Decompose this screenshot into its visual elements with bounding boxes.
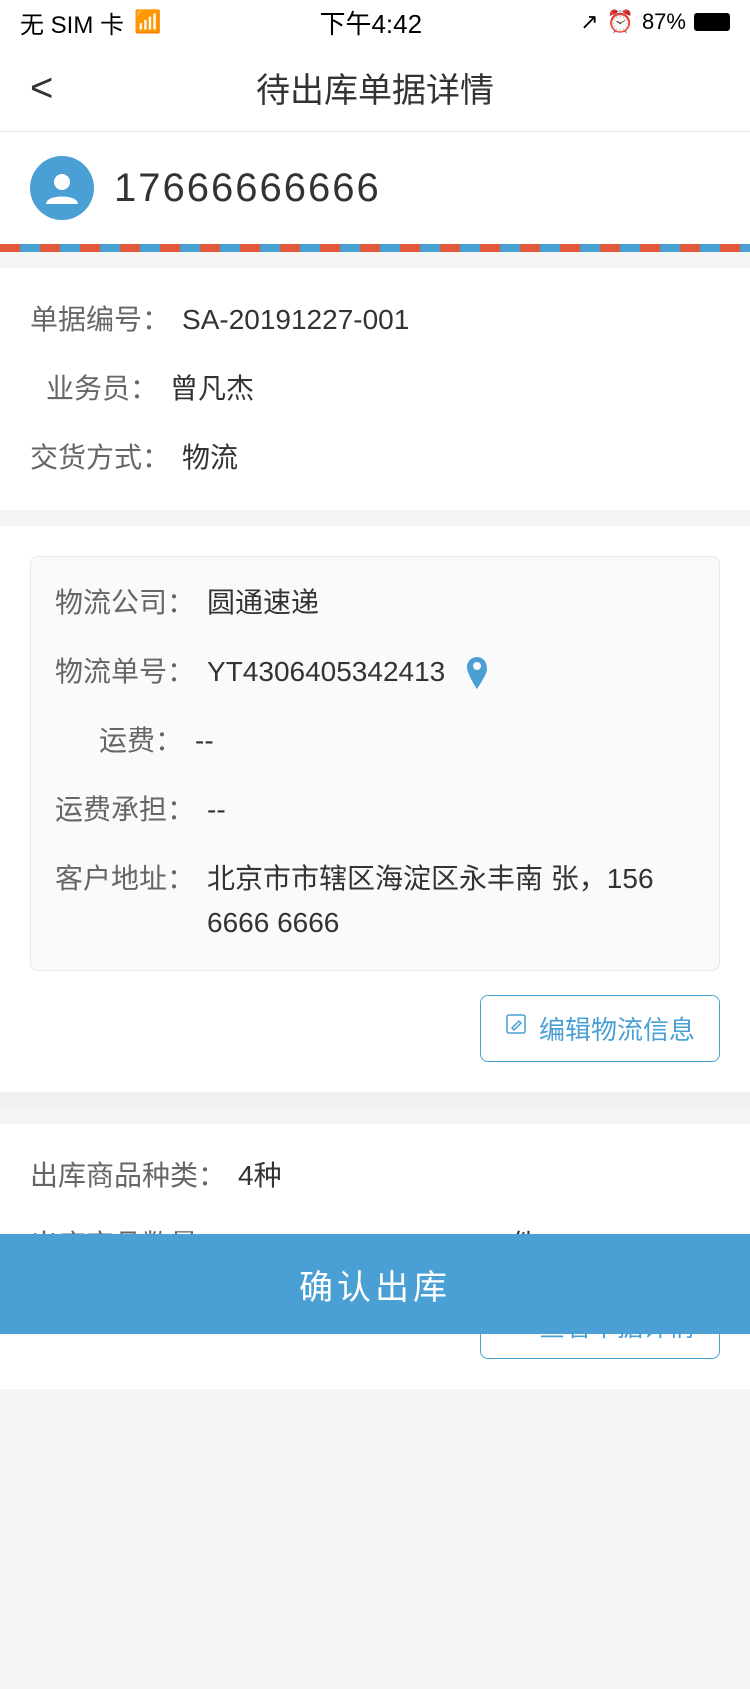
company-row: 物流公司： 圆通速递 bbox=[55, 581, 695, 626]
order-no-row: 单据编号： SA-20191227-001 bbox=[30, 298, 720, 343]
tracking-row: 物流单号： YT4306405342413 bbox=[55, 650, 695, 695]
company-value: 圆通速递 bbox=[207, 581, 695, 626]
map-pin-icon[interactable] bbox=[459, 655, 495, 691]
back-button[interactable]: < bbox=[30, 68, 53, 108]
delivery-row: 交货方式： 物流 bbox=[30, 436, 720, 481]
alarm-icon: ⏰ bbox=[607, 9, 634, 35]
freight-bear-value: -- bbox=[207, 788, 695, 833]
freight-label: 运费： bbox=[55, 719, 195, 764]
section-divider bbox=[0, 1092, 750, 1108]
empty-area bbox=[0, 1389, 750, 1589]
edit-icon bbox=[505, 1013, 529, 1044]
user-info-section: 17666666666 bbox=[0, 132, 750, 244]
wifi-icon: 📶 bbox=[134, 9, 161, 35]
battery-icon bbox=[694, 13, 730, 31]
salesman-label: 业务员： bbox=[30, 367, 170, 412]
decorative-divider bbox=[0, 244, 750, 252]
order-no-value: SA-20191227-001 bbox=[182, 298, 720, 343]
tracking-number: YT4306405342413 bbox=[207, 650, 445, 695]
confirm-button[interactable]: 确认出库 bbox=[299, 1260, 451, 1309]
company-label: 物流公司： bbox=[55, 581, 207, 626]
logistics-section: 物流公司： 圆通速递 物流单号： YT4306405342413 运费： -- … bbox=[0, 526, 750, 1092]
freight-value: -- bbox=[195, 719, 695, 764]
confirm-bar[interactable]: 确认出库 bbox=[0, 1234, 750, 1334]
goods-types-row: 出库商品种类： 4种 bbox=[30, 1154, 720, 1199]
basic-info-section: 单据编号： SA-20191227-001 业务员： 曾凡杰 交货方式： 物流 bbox=[0, 268, 750, 510]
status-left: 无 SIM 卡 📶 bbox=[20, 5, 161, 40]
address-value: 北京市市辖区海淀区永丰南 张，156 6666 6666 bbox=[207, 857, 695, 947]
status-time: 下午4:42 bbox=[319, 4, 422, 41]
delivery-label: 交货方式： bbox=[30, 436, 182, 481]
user-phone: 17666666666 bbox=[114, 166, 381, 211]
address-row: 客户地址： 北京市市辖区海淀区永丰南 张，156 6666 6666 bbox=[55, 857, 695, 947]
freight-bear-label: 运费承担： bbox=[55, 788, 207, 833]
freight-bear-row: 运费承担： -- bbox=[55, 788, 695, 833]
salesman-value: 曾凡杰 bbox=[170, 367, 720, 412]
goods-types-label: 出库商品种类： bbox=[30, 1154, 238, 1199]
status-right: ↗ ⏰ 87% bbox=[580, 9, 730, 35]
address-label: 客户地址： bbox=[55, 857, 207, 902]
carrier-text: 无 SIM 卡 bbox=[20, 5, 124, 40]
avatar bbox=[30, 156, 94, 220]
delivery-value: 物流 bbox=[182, 436, 720, 481]
status-bar: 无 SIM 卡 📶 下午4:42 ↗ ⏰ 87% bbox=[0, 0, 750, 44]
edit-btn-label: 编辑物流信息 bbox=[539, 1010, 695, 1047]
logistics-card-inner: 物流公司： 圆通速递 物流单号： YT4306405342413 运费： -- … bbox=[30, 556, 720, 971]
goods-types-value: 4种 bbox=[238, 1154, 720, 1199]
bottom-padding bbox=[0, 1589, 750, 1689]
edit-btn-row: 编辑物流信息 bbox=[30, 995, 720, 1062]
tracking-label: 物流单号： bbox=[55, 650, 207, 695]
location-status-icon: ↗ bbox=[580, 9, 598, 35]
tracking-value: YT4306405342413 bbox=[207, 650, 695, 695]
page-title: 待出库单据详情 bbox=[256, 63, 494, 112]
battery-text: 87% bbox=[642, 9, 686, 35]
freight-row: 运费： -- bbox=[55, 719, 695, 764]
nav-bar: < 待出库单据详情 bbox=[0, 44, 750, 132]
salesman-row: 业务员： 曾凡杰 bbox=[30, 367, 720, 412]
edit-logistics-button[interactable]: 编辑物流信息 bbox=[480, 995, 720, 1062]
person-icon bbox=[42, 168, 82, 208]
order-no-label: 单据编号： bbox=[30, 298, 182, 343]
